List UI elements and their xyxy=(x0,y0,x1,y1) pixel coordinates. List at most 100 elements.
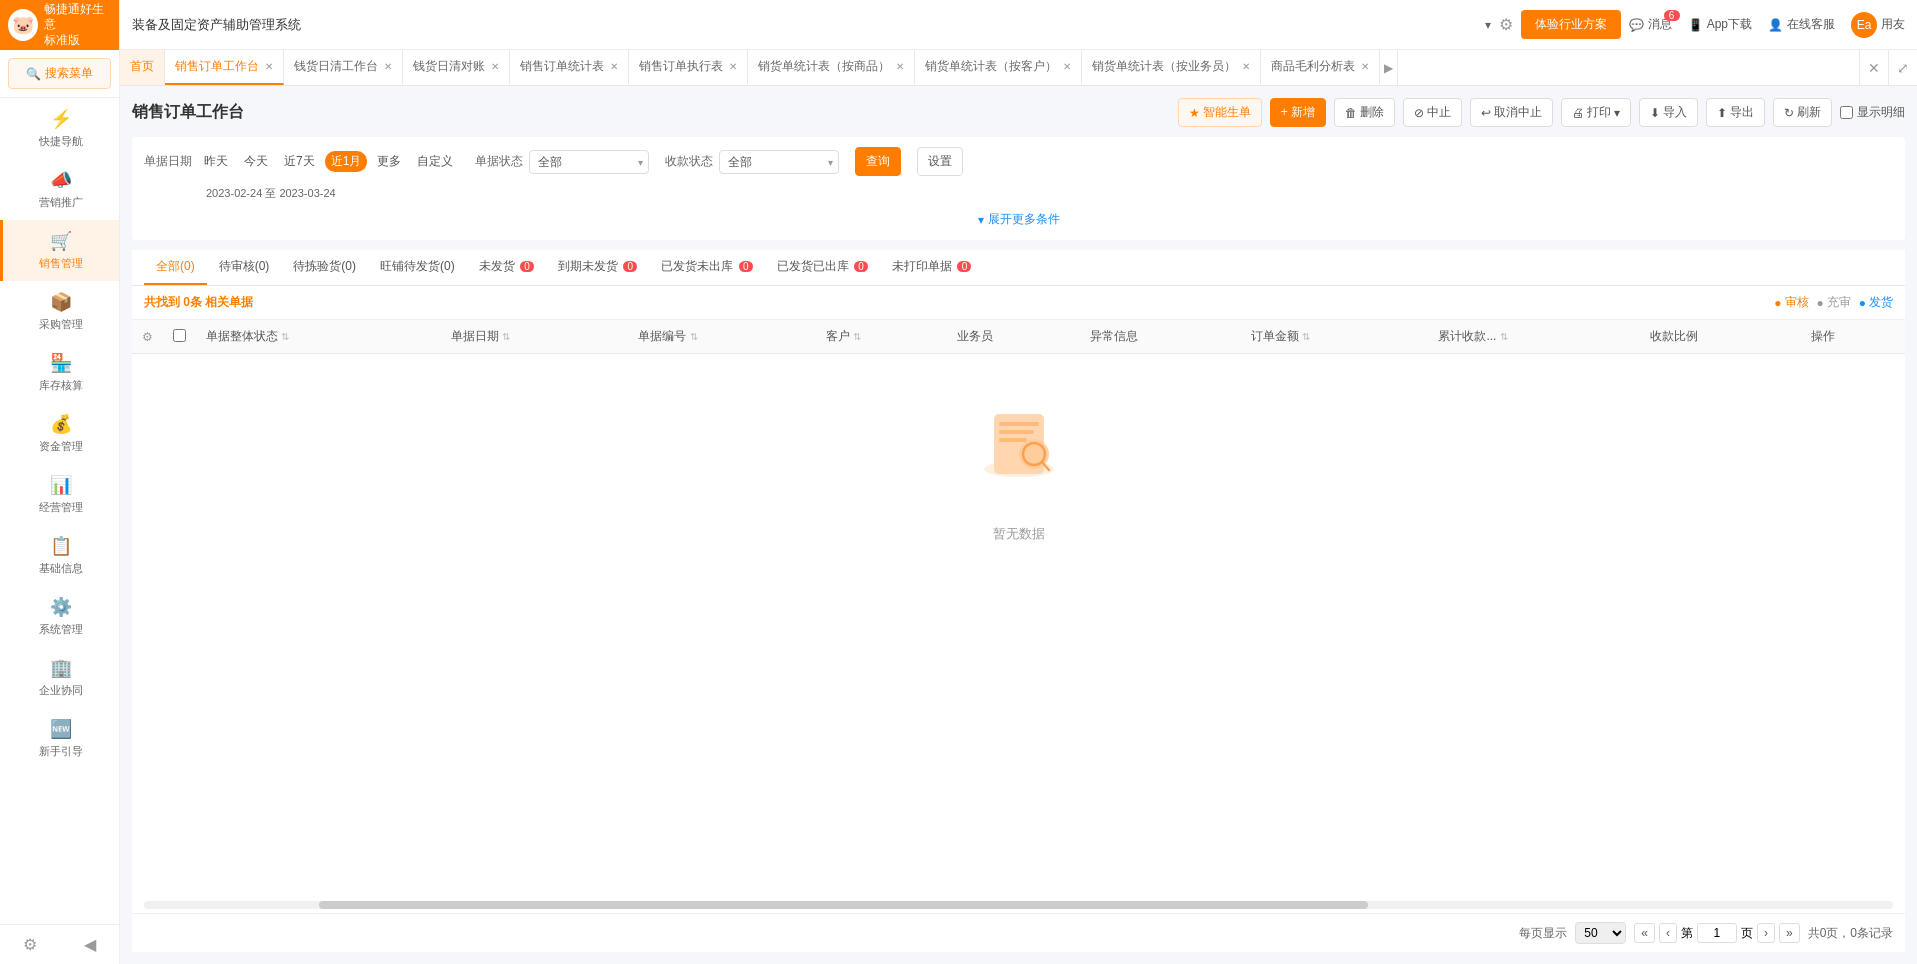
tab-sales-summary-staff-close[interactable]: ✕ xyxy=(1242,61,1250,72)
horizontal-scrollbar[interactable] xyxy=(144,901,1893,909)
date-opt-7days[interactable]: 近7天 xyxy=(278,151,321,172)
cancel-stop-button[interactable]: ↩ 取消中止 xyxy=(1470,98,1553,127)
sort-collected-icon[interactable]: ⇅ xyxy=(1500,331,1508,342)
search-menu-button[interactable]: 🔍 搜索菜单 xyxy=(8,58,111,89)
tab-cash-reconcile-close[interactable]: ✕ xyxy=(491,61,499,72)
tab-sales-stats-close[interactable]: ✕ xyxy=(610,61,618,72)
tab-sales-stats[interactable]: 销售订单统计表 ✕ xyxy=(510,50,629,85)
delete-button[interactable]: 🗑 删除 xyxy=(1334,98,1395,127)
tab-cash-reconcile[interactable]: 钱货日清对账 ✕ xyxy=(403,50,510,85)
batch-ship-button[interactable]: ● 发货 xyxy=(1859,294,1893,311)
tab-sales-summary-staff[interactable]: 销货单统计表（按业务员） ✕ xyxy=(1082,50,1261,85)
date-opt-custom[interactable]: 自定义 xyxy=(411,151,459,172)
tab-cash-daily[interactable]: 钱货日清工作台 ✕ xyxy=(284,50,403,85)
app-download-button[interactable]: 📱 App下载 xyxy=(1688,16,1752,33)
date-opt-1month[interactable]: 近1月 xyxy=(325,151,368,172)
first-page-button[interactable]: « xyxy=(1634,923,1655,943)
sub-tab-shipped-out[interactable]: 已发货已出库 0 xyxy=(765,250,880,285)
sort-date-icon[interactable]: ⇅ xyxy=(502,331,510,342)
sidebar-item-enterprise[interactable]: 🏢 企业协同 xyxy=(0,647,119,708)
sub-tabs: 全部(0) 待审核(0) 待拣验货(0) 旺铺待发货(0) 未发货 0 到期未发… xyxy=(132,250,1905,286)
tab-sales-summary-customer-close[interactable]: ✕ xyxy=(1063,61,1071,72)
sidebar-item-purchase[interactable]: 📦 采购管理 xyxy=(0,281,119,342)
tab-cash-daily-close[interactable]: ✕ xyxy=(384,61,392,72)
maximize-button[interactable]: ⤢ xyxy=(1888,50,1917,85)
tab-sales-workbench[interactable]: 销售订单工作台 ✕ xyxy=(165,50,284,85)
sidebar-item-basic[interactable]: 📋 基础信息 xyxy=(0,525,119,586)
col-settings[interactable]: ⚙ xyxy=(132,320,163,354)
sub-tab-pending-inspect[interactable]: 待拣验货(0) xyxy=(281,250,368,285)
print-button[interactable]: 🖨 打印 ▾ xyxy=(1561,98,1631,127)
sub-tab-not-printed[interactable]: 未打印单据 0 xyxy=(880,250,983,285)
date-opt-today[interactable]: 今天 xyxy=(238,151,274,172)
tab-goods-margin-close[interactable]: ✕ xyxy=(1361,61,1369,72)
user-profile-button[interactable]: Ea 用友 xyxy=(1851,12,1905,38)
collapse-button[interactable]: ◀ xyxy=(84,935,96,954)
sub-tab-pending-audit[interactable]: 待审核(0) xyxy=(207,250,282,285)
refresh-button[interactable]: ↻ 刷新 xyxy=(1773,98,1832,127)
sub-tab-wangpu-ship[interactable]: 旺铺待发货(0) xyxy=(368,250,467,285)
tab-more-arrow[interactable]: ▶ xyxy=(1380,50,1398,85)
col-status: 单据整体状态 ⇅ xyxy=(196,320,441,354)
sub-tab-shipped-not-in[interactable]: 已发货未出库 0 xyxy=(649,250,764,285)
filter-payment-select[interactable]: 全部 xyxy=(719,150,839,174)
sidebar-item-operations[interactable]: 📊 经营管理 xyxy=(0,464,119,525)
sidebar-item-marketing[interactable]: 📣 营销推广 xyxy=(0,159,119,220)
date-opt-more[interactable]: 更多 xyxy=(371,151,407,172)
smart-create-button[interactable]: ★ 智能生单 xyxy=(1178,98,1262,127)
filter-expand-row: ▾ 展开更多条件 xyxy=(144,209,1893,230)
sidebar-item-quick-nav[interactable]: ⚡ 快捷导航 xyxy=(0,98,119,159)
sub-tab-expired-not-shipped[interactable]: 到期未发货 0 xyxy=(546,250,649,285)
sidebar-item-guide[interactable]: 🆕 新手引导 xyxy=(0,708,119,769)
empty-svg xyxy=(969,394,1069,494)
tab-home[interactable]: 首页 xyxy=(120,50,165,85)
svg-rect-3 xyxy=(999,430,1034,434)
select-all-checkbox[interactable] xyxy=(173,329,186,342)
filter-date-options: 昨天 今天 近7天 近1月 更多 自定义 xyxy=(198,151,459,172)
sub-tab-not-shipped[interactable]: 未发货 0 xyxy=(467,250,546,285)
tab-sales-exec-close[interactable]: ✕ xyxy=(729,61,737,72)
sort-status-icon[interactable]: ⇅ xyxy=(281,331,289,342)
tab-sales-summary-customer[interactable]: 销货单统计表（按客户） ✕ xyxy=(915,50,1082,85)
stop-icon: ⊘ xyxy=(1414,106,1424,120)
sub-tab-all[interactable]: 全部(0) xyxy=(144,250,207,285)
sidebar-item-sales[interactable]: 🛒 销售管理 xyxy=(0,220,119,281)
export-button[interactable]: ⬆ 导出 xyxy=(1706,98,1765,127)
tab-sales-workbench-close[interactable]: ✕ xyxy=(265,61,273,72)
sidebar-item-finance[interactable]: 💰 资金管理 xyxy=(0,403,119,464)
last-page-button[interactable]: » xyxy=(1779,923,1800,943)
next-page-button[interactable]: › xyxy=(1757,923,1775,943)
batch-void-button[interactable]: ● 充审 xyxy=(1817,294,1851,311)
message-button[interactable]: 💬 消息 6 xyxy=(1629,16,1672,33)
prev-page-button[interactable]: ‹ xyxy=(1659,923,1677,943)
topbar-settings-icon[interactable]: ⚙ xyxy=(1499,15,1513,34)
online-service-button[interactable]: 👤 在线客服 xyxy=(1768,16,1835,33)
sidebar-item-system[interactable]: ⚙️ 系统管理 xyxy=(0,586,119,647)
tab-sales-exec[interactable]: 销售订单执行表 ✕ xyxy=(629,50,748,85)
system-title-dropdown[interactable]: ▾ xyxy=(1485,18,1491,32)
sidebar-item-inventory[interactable]: 🏪 库存核算 xyxy=(0,342,119,403)
query-button[interactable]: 查询 xyxy=(855,147,901,176)
sort-amount-icon[interactable]: ⇅ xyxy=(1302,331,1310,342)
filter-settings-button[interactable]: 设置 xyxy=(917,147,963,176)
import-button[interactable]: ⬇ 导入 xyxy=(1639,98,1698,127)
page-size-select[interactable]: 10 20 50 100 xyxy=(1575,922,1626,944)
batch-audit-button[interactable]: ● 审核 xyxy=(1774,294,1808,311)
sort-number-icon[interactable]: ⇅ xyxy=(690,331,698,342)
filter-status-select[interactable]: 全部 xyxy=(529,150,649,174)
tab-goods-margin[interactable]: 商品毛利分析表 ✕ xyxy=(1261,50,1380,85)
tab-sales-summary-goods-close[interactable]: ✕ xyxy=(896,61,904,72)
sort-customer-icon[interactable]: ⇅ xyxy=(853,331,861,342)
page-input[interactable] xyxy=(1697,923,1737,943)
add-button[interactable]: + 新增 xyxy=(1270,98,1326,127)
stop-button[interactable]: ⊘ 中止 xyxy=(1403,98,1462,127)
print-dropdown-icon: ▾ xyxy=(1614,106,1620,120)
expand-filter-button[interactable]: ▾ 展开更多条件 xyxy=(972,209,1066,230)
solution-button[interactable]: 体验行业方案 xyxy=(1521,10,1621,39)
tab-sales-summary-goods[interactable]: 销货单统计表（按商品） ✕ xyxy=(748,50,915,85)
settings-bottom-button[interactable]: ⚙ xyxy=(23,935,37,954)
date-opt-yesterday[interactable]: 昨天 xyxy=(198,151,234,172)
show-detail-checkbox[interactable] xyxy=(1840,106,1853,119)
close-all-tabs-button[interactable]: ✕ xyxy=(1859,50,1888,85)
cancel-stop-icon: ↩ xyxy=(1481,106,1491,120)
